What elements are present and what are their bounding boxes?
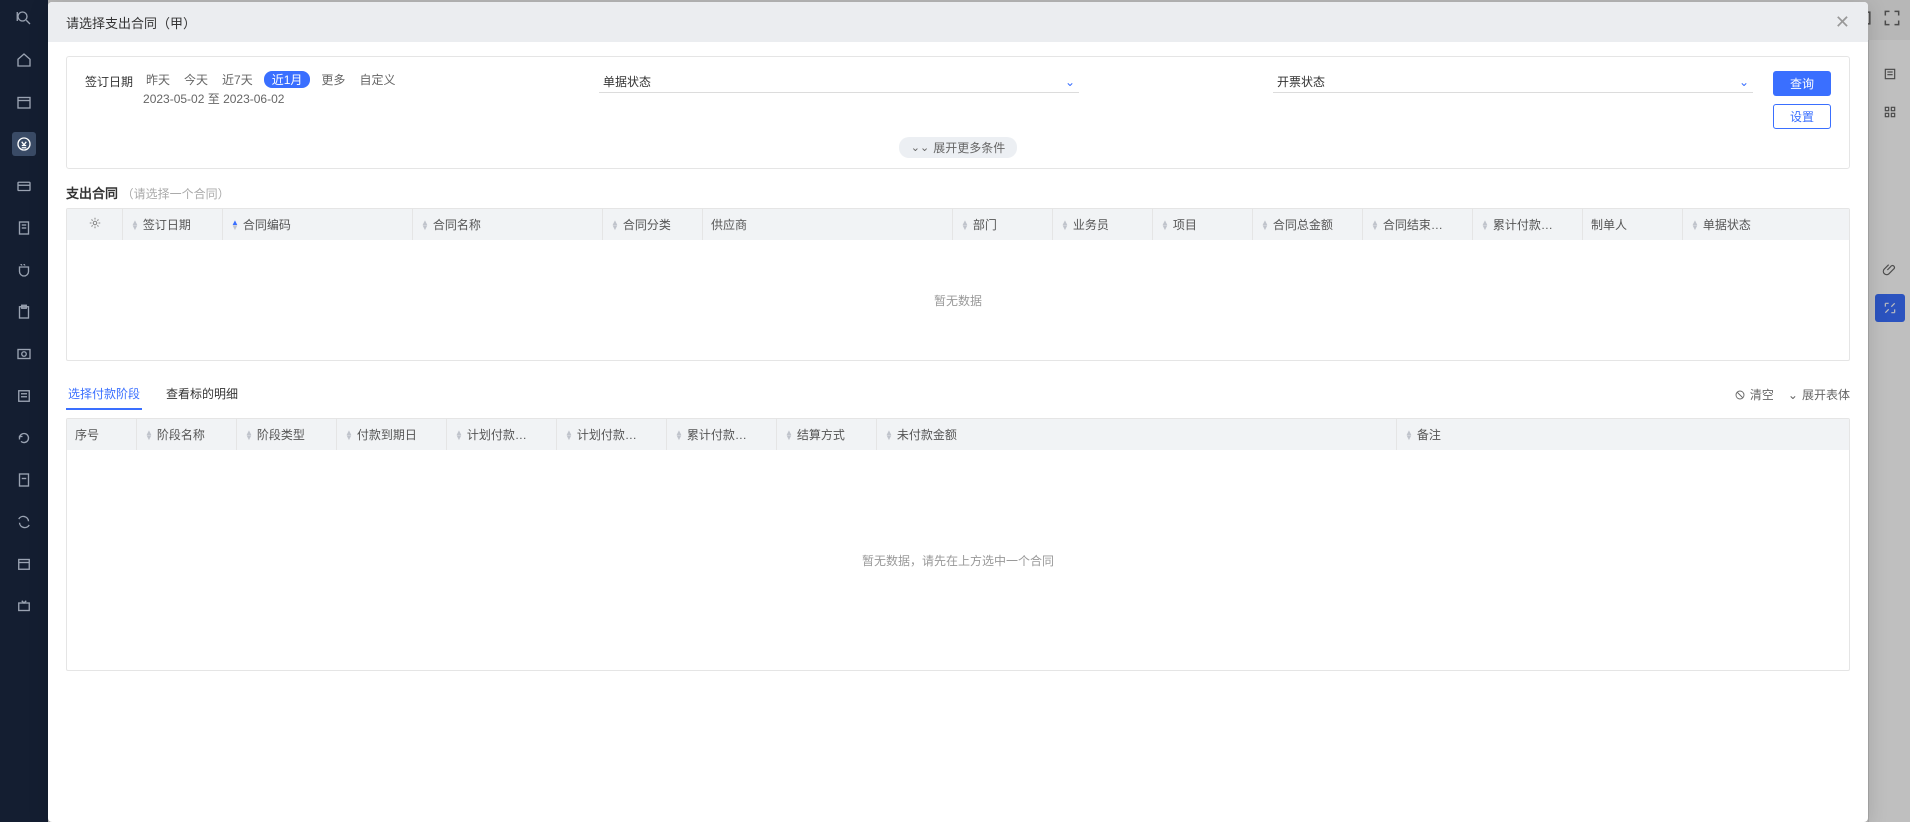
date-filter: 昨天 今天 近7天 近1月 更多 自定义 2023-05-02 至 2023-0… <box>143 71 398 107</box>
stage-tabs-row: 选择付款阶段 查看标的明细 清空 ⌄展开表体 <box>66 379 1850 410</box>
nav-cup-icon[interactable] <box>12 258 36 282</box>
nav-inspect-icon[interactable] <box>12 342 36 366</box>
contracts-table: ▲▼签订日期 ▲▼合同编码 ▲▼合同名称 ▲▼合同分类 供应商 ▲▼部门 ▲▼业… <box>66 208 1850 361</box>
left-sidebar <box>0 0 48 822</box>
col-plan1[interactable]: ▲▼计划付款… <box>447 419 557 450</box>
col-paid[interactable]: ▲▼累计付款… <box>1473 209 1583 240</box>
nav-search-icon[interactable] <box>12 6 36 30</box>
col-stage-name[interactable]: ▲▼阶段名称 <box>137 419 237 450</box>
col-dept[interactable]: ▲▼部门 <box>953 209 1053 240</box>
nav-list-icon[interactable] <box>12 384 36 408</box>
col-maker[interactable]: 制单人 <box>1583 209 1683 240</box>
modal-title: 请选择支出合同（甲） <box>66 13 196 32</box>
nav-calendar-icon[interactable] <box>12 552 36 576</box>
chevron-down-icon: ⌄ <box>1065 75 1075 89</box>
col-paid2[interactable]: ▲▼累计付款… <box>667 419 777 450</box>
col-name[interactable]: ▲▼合同名称 <box>413 209 603 240</box>
stages-empty: 暂无数据，请先在上方选中一个合同 <box>67 450 1849 670</box>
col-idx[interactable]: 序号 <box>67 419 137 450</box>
double-chevron-down-icon: ⌄⌄ <box>911 141 929 154</box>
date-opt-today[interactable]: 今天 <box>181 71 211 88</box>
invoice-status-label: 开票状态 <box>1277 73 1337 90</box>
chevron-down-icon: ⌄ <box>1739 75 1749 89</box>
nav-archive-icon[interactable] <box>12 90 36 114</box>
nav-refresh-icon[interactable] <box>12 426 36 450</box>
stages-table: 序号 ▲▼阶段名称 ▲▼阶段类型 ▲▼付款到期日 ▲▼计划付款… ▲▼计划付款…… <box>66 418 1850 671</box>
invoice-status-select[interactable]: 开票状态 ⌄ <box>1273 71 1753 93</box>
tab-detail[interactable]: 查看标的明细 <box>164 379 240 410</box>
col-stage-type[interactable]: ▲▼阶段类型 <box>237 419 337 450</box>
settings-button[interactable]: 设置 <box>1773 104 1831 129</box>
chevron-down-icon: ⌄ <box>1788 388 1798 402</box>
modal-header: 请选择支出合同（甲） ✕ <box>48 2 1868 42</box>
nav-clipboard-icon[interactable] <box>12 300 36 324</box>
nav-card-icon[interactable] <box>12 174 36 198</box>
select-contract-modal: 请选择支出合同（甲） ✕ 签订日期 昨天 今天 近7天 近1月 更多 自定义 <box>48 2 1868 822</box>
expand-body-button[interactable]: ⌄展开表体 <box>1788 386 1850 403</box>
col-unpaid[interactable]: ▲▼未付款金额 <box>877 419 1397 450</box>
col-settle[interactable]: ▲▼结算方式 <box>777 419 877 450</box>
col-end[interactable]: ▲▼合同结束… <box>1363 209 1473 240</box>
col-plan2[interactable]: ▲▼计划付款… <box>557 419 667 450</box>
nav-doc2-icon[interactable] <box>12 468 36 492</box>
col-sign-date[interactable]: ▲▼签订日期 <box>123 209 223 240</box>
col-project[interactable]: ▲▼项目 <box>1153 209 1253 240</box>
date-opt-more[interactable]: 更多 <box>318 71 348 88</box>
doc-status-select[interactable]: 单据状态 ⌄ <box>599 71 1079 93</box>
col-supplier[interactable]: 供应商 <box>703 209 953 240</box>
doc-status-label: 单据状态 <box>603 73 663 90</box>
filter-sign-date-label: 签订日期 <box>85 71 133 90</box>
col-status[interactable]: ▲▼单据状态 <box>1683 209 1849 240</box>
contracts-table-head: ▲▼签订日期 ▲▼合同编码 ▲▼合同名称 ▲▼合同分类 供应商 ▲▼部门 ▲▼业… <box>67 209 1849 240</box>
nav-money-icon[interactable] <box>12 132 36 156</box>
clear-button[interactable]: 清空 <box>1734 386 1774 403</box>
stages-table-head: 序号 ▲▼阶段名称 ▲▼阶段类型 ▲▼付款到期日 ▲▼计划付款… ▲▼计划付款…… <box>67 419 1849 450</box>
col-category[interactable]: ▲▼合同分类 <box>603 209 703 240</box>
gear-icon <box>88 216 102 233</box>
date-range-text: 2023-05-02 至 2023-06-02 <box>143 90 398 107</box>
nav-loop-icon[interactable] <box>12 510 36 534</box>
col-code[interactable]: ▲▼合同编码 <box>223 209 413 240</box>
modal-body: 签订日期 昨天 今天 近7天 近1月 更多 自定义 2023-05-02 至 2… <box>48 42 1868 822</box>
tab-pay-stage[interactable]: 选择付款阶段 <box>66 379 142 410</box>
contracts-section-title: 支出合同 （请选择一个合同） <box>66 183 1850 202</box>
date-opt-yesterday[interactable]: 昨天 <box>143 71 173 88</box>
col-settings[interactable] <box>67 209 123 240</box>
nav-home-icon[interactable] <box>12 48 36 72</box>
expand-conditions-button[interactable]: ⌄⌄ 展开更多条件 <box>899 137 1017 158</box>
col-total[interactable]: ▲▼合同总金额 <box>1253 209 1363 240</box>
nav-tv-icon[interactable] <box>12 594 36 618</box>
date-opt-custom[interactable]: 自定义 <box>356 71 398 88</box>
col-clerk[interactable]: ▲▼业务员 <box>1053 209 1153 240</box>
nav-receipt-icon[interactable] <box>12 216 36 240</box>
clear-icon <box>1734 389 1746 401</box>
filter-card: 签订日期 昨天 今天 近7天 近1月 更多 自定义 2023-05-02 至 2… <box>66 56 1850 169</box>
date-opt-last1m[interactable]: 近1月 <box>264 71 311 88</box>
contracts-empty: 暂无数据 <box>67 240 1849 360</box>
col-due[interactable]: ▲▼付款到期日 <box>337 419 447 450</box>
col-remark[interactable]: ▲▼备注 <box>1397 419 1849 450</box>
close-icon[interactable]: ✕ <box>1835 12 1850 33</box>
date-opt-last7[interactable]: 近7天 <box>219 71 256 88</box>
query-button[interactable]: 查询 <box>1773 71 1831 96</box>
